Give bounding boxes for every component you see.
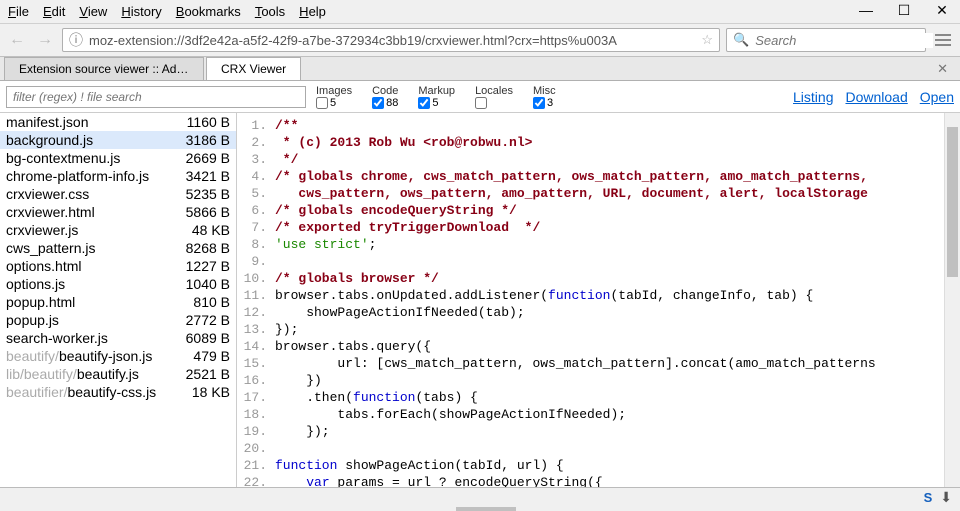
code-line: 18. tabs.forEach(showPageActionIfNeeded)… [237,406,944,423]
code-line: 16. }) [237,372,944,389]
searchbar[interactable]: 🔍 [726,28,926,52]
menu-help[interactable]: Help [299,4,326,19]
search-icon: 🔍 [733,32,749,48]
file-row[interactable]: crxviewer.html5866 B [0,203,236,221]
link-open[interactable]: Open [920,89,954,105]
code-line: 9. [237,253,944,270]
file-list[interactable]: manifest.json1160 Bbackground.js3186 Bbg… [0,113,237,501]
status-icon[interactable]: S [924,490,933,505]
file-row[interactable]: background.js3186 B [0,131,236,149]
filter-misc[interactable]: Misc3 [533,85,556,109]
menu-edit[interactable]: Edit [43,4,65,19]
code-area: 1./**2. * (c) 2013 Rob Wu <rob@robwu.nl>… [237,113,960,501]
filter-code[interactable]: Code88 [372,85,398,109]
close-button[interactable]: ✕ [932,2,952,19]
code-line: 6./* globals encodeQueryString */ [237,202,944,219]
code-line: 21.function showPageAction(tabId, url) { [237,457,944,474]
file-row[interactable]: options.js1040 B [0,275,236,293]
tabstrip: Extension source viewer :: Add-ons...CRX… [0,57,960,81]
info-icon: ⓘ [69,30,83,50]
code-line: 10./* globals browser */ [237,270,944,287]
code-scroll[interactable]: 1./**2. * (c) 2013 Rob Wu <rob@robwu.nl>… [237,113,944,501]
filter-checkboxes: Images5 Code88 Markup5 Locales Misc3 [316,85,556,109]
window-controls: — ☐ ✕ [856,2,952,19]
navbar: ← → ⓘ moz-extension://3df2e42a-a5f2-42f9… [0,24,960,57]
code-line: 5. cws_pattern, ows_pattern, amo_pattern… [237,185,944,202]
menu-bookmarks[interactable]: Bookmarks [176,4,241,19]
filter-markup[interactable]: Markup5 [418,85,455,109]
tab[interactable]: CRX Viewer [206,57,301,80]
code-line: 13.}); [237,321,944,338]
code-line: 7./* exported tryTriggerDownload */ [237,219,944,236]
menu-view[interactable]: View [79,4,107,19]
url-text: moz-extension://3df2e42a-a5f2-42f9-a7be-… [89,33,695,48]
link-listing[interactable]: Listing [793,89,833,105]
file-row[interactable]: beautifier/beautify-css.js18 KB [0,383,236,401]
tab[interactable]: Extension source viewer :: Add-ons... [4,57,204,80]
tab-close[interactable]: ✕ [929,61,956,77]
forward-button[interactable]: → [34,29,56,51]
bookmark-star-icon[interactable]: ☆ [701,32,713,48]
code-line: 19. }); [237,423,944,440]
code-line: 8.'use strict'; [237,236,944,253]
back-button[interactable]: ← [6,29,28,51]
file-row[interactable]: crxviewer.css5235 B [0,185,236,203]
menu-history[interactable]: History [121,4,161,19]
minimize-button[interactable]: — [856,2,876,19]
link-download[interactable]: Download [845,89,907,105]
file-row[interactable]: crxviewer.js48 KB [0,221,236,239]
file-row[interactable]: chrome-platform-info.js3421 B [0,167,236,185]
search-input[interactable] [755,33,933,48]
code-line: 1./** [237,117,944,134]
code-line: 20. [237,440,944,457]
code-line: 12. showPageActionIfNeeded(tab); [237,304,944,321]
file-row[interactable]: options.html1227 B [0,257,236,275]
code-line: 3. */ [237,151,944,168]
code-line: 14.browser.tabs.query({ [237,338,944,355]
file-row[interactable]: bg-contextmenu.js2669 B [0,149,236,167]
code-line: 15. url: [cws_match_pattern, ows_match_p… [237,355,944,372]
menu-file[interactable]: File [8,4,29,19]
file-row[interactable]: search-worker.js6089 B [0,329,236,347]
content: manifest.json1160 Bbackground.js3186 Bbg… [0,113,960,501]
download-icon[interactable]: ⬇ [940,489,952,506]
vertical-scrollbar[interactable] [944,113,960,501]
urlbar[interactable]: ⓘ moz-extension://3df2e42a-a5f2-42f9-a7b… [62,28,720,52]
file-row[interactable]: popup.js2772 B [0,311,236,329]
filter-input[interactable] [6,86,306,108]
file-row[interactable]: beautify/beautify-json.js479 B [0,347,236,365]
toolbar: Images5 Code88 Markup5 Locales Misc3 Listing… [0,81,960,113]
file-row[interactable]: manifest.json1160 B [0,113,236,131]
menu-tools[interactable]: Tools [255,4,285,19]
menubar: File Edit View History Bookmarks Tools Help [0,0,960,24]
action-links: Listing Download Open [793,89,954,105]
code-line: 17. .then(function(tabs) { [237,389,944,406]
code-line: 4./* globals chrome, cws_match_pattern, … [237,168,944,185]
statusbar: S ⬇ [0,487,960,507]
code-line: 11.browser.tabs.onUpdated.addListener(fu… [237,287,944,304]
file-row[interactable]: lib/beautify/beautify.js2521 B [0,365,236,383]
file-row[interactable]: cws_pattern.js8268 B [0,239,236,257]
menu-button[interactable] [932,29,954,51]
filter-locales[interactable]: Locales [475,85,513,109]
maximize-button[interactable]: ☐ [894,2,914,19]
code-line: 2. * (c) 2013 Rob Wu <rob@robwu.nl> [237,134,944,151]
file-row[interactable]: popup.html810 B [0,293,236,311]
filter-images[interactable]: Images5 [316,85,352,109]
